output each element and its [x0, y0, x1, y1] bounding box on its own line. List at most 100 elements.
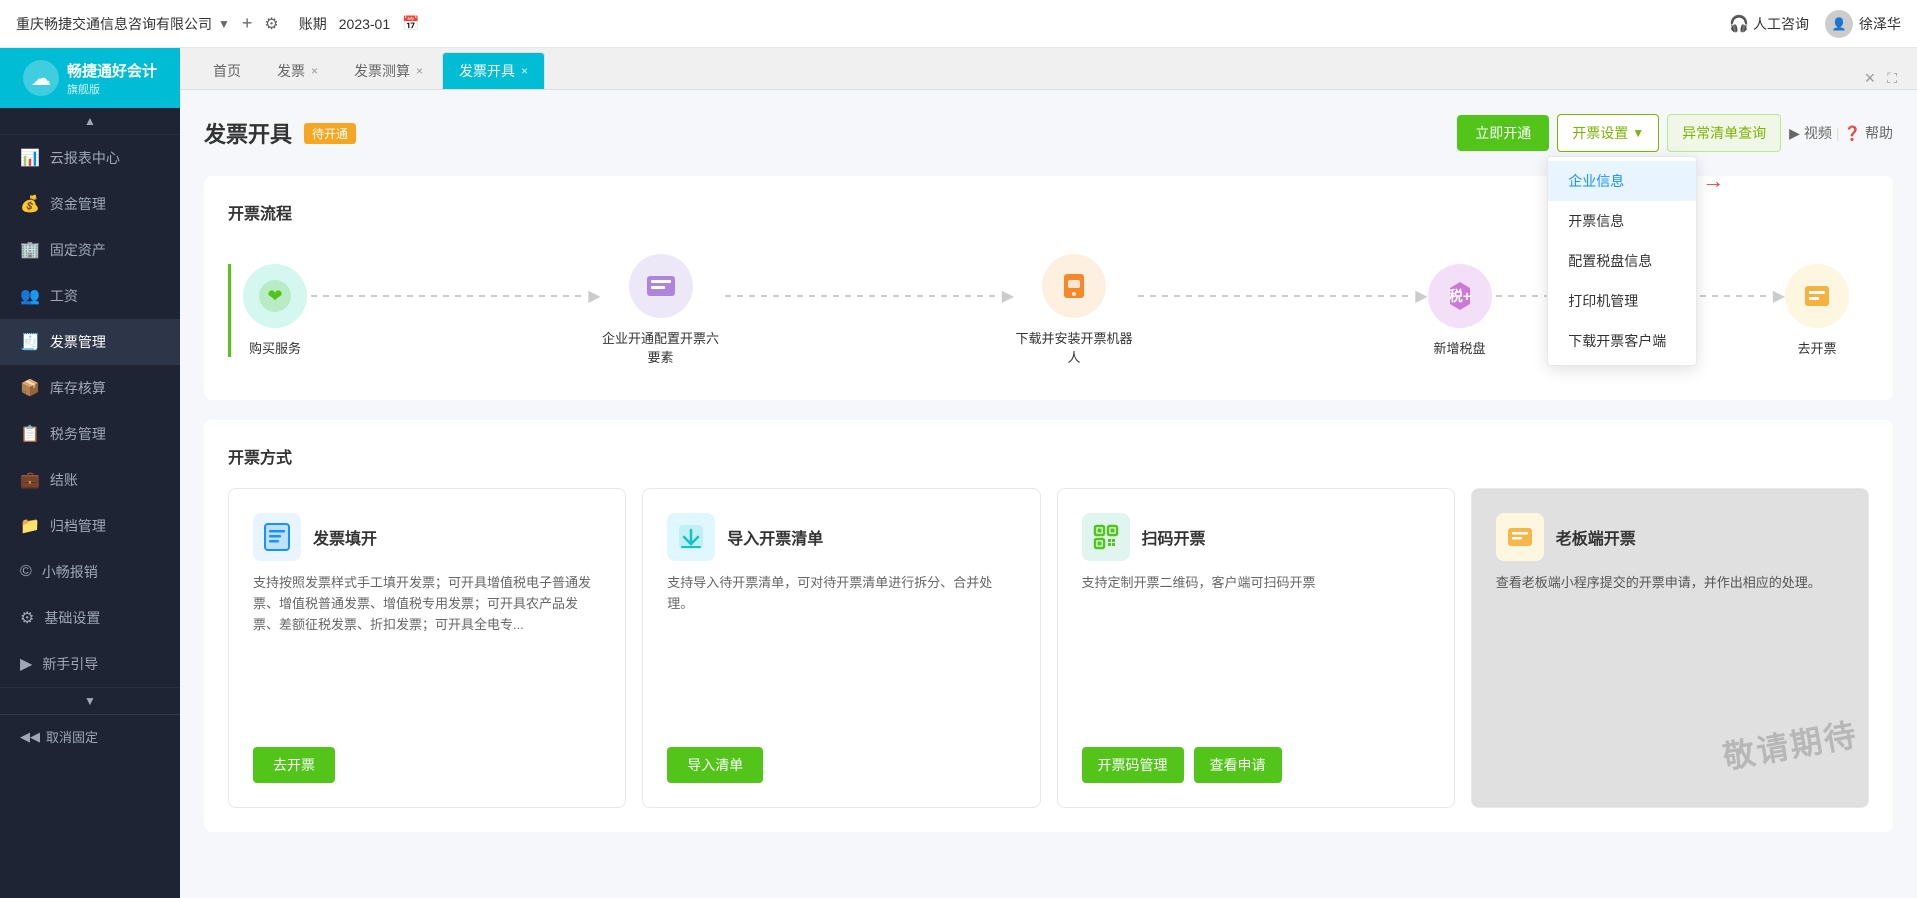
calendar-icon[interactable]: 📅 [402, 15, 419, 32]
svg-text:❤: ❤ [267, 286, 282, 306]
tab-cesuang-close[interactable]: × [416, 64, 423, 78]
activate-button[interactable]: 立即开通 [1457, 115, 1549, 151]
logo-title: 畅捷通好会计 [67, 60, 157, 81]
sidebar-item-guidang[interactable]: 📁 归档管理 [0, 503, 180, 549]
maximize-window-button[interactable]: ⛶ [1883, 70, 1901, 87]
sidebar-logo: ☁ 畅捷通好会计 旗舰版 [0, 48, 180, 108]
method-card-saoma: 扫码开票 支持定制开票二维码，客户端可扫码开票 开票码管理 查看申请 [1057, 488, 1455, 808]
dropdown-icon: ▼ [218, 17, 230, 31]
method-laoban-title: 老板端开票 [1556, 525, 1636, 549]
step3-label: 下载并安装开票机器人 [1014, 328, 1134, 366]
gudingzichan-icon: 🏢 [20, 240, 40, 260]
headset-icon: 🎧 [1729, 14, 1749, 34]
sidebar-item-gudingzichan[interactable]: 🏢 固定资产 [0, 227, 180, 273]
method-saoma-title: 扫码开票 [1142, 525, 1206, 549]
dropdown-item-qiye[interactable]: 企业信息 → [1548, 161, 1696, 201]
avatar: 👤 [1825, 10, 1853, 38]
cancel-icon: ◀◀ [20, 729, 40, 745]
svg-text:税+: 税+ [1448, 288, 1470, 304]
scroll-up-icon[interactable]: ▲ [84, 114, 96, 128]
sidebar-item-shuiwu[interactable]: 📋 税务管理 [0, 411, 180, 457]
close-window-button[interactable]: × [1861, 68, 1880, 89]
method-saoma-desc: 支持定制开票二维码，客户端可扫码开票 [1082, 573, 1430, 735]
step2-label: 企业开通配置开票六要素 [601, 328, 721, 366]
tab-fapiao-close[interactable]: × [311, 64, 318, 78]
flow-arrow-3: ▶ [1415, 286, 1427, 306]
tab-home[interactable]: 首页 [196, 52, 258, 89]
dropdown-item-kaipiao[interactable]: 开票信息 [1548, 201, 1696, 241]
header-actions: 立即开通 开票设置 ▼ 异常清单查询 ▶ 视频 | ❓ 帮助 [1457, 114, 1893, 152]
sidebar-item-yunbao[interactable]: 📊 云报表中心 [0, 135, 180, 181]
topbar-right: 🎧 人工咨询 👤 徐泽华 [1729, 10, 1901, 38]
tab-fapiaokaigu[interactable]: 发票开具 × [442, 52, 545, 89]
method-saoma-button2[interactable]: 查看申请 [1194, 747, 1282, 783]
settings-dropdown-menu: 企业信息 → 开票信息 配置税盘信息 打印机管理 下 [1547, 156, 1697, 366]
company-selector[interactable]: 重庆畅捷交通信息咨询有限公司 ▼ [16, 14, 230, 34]
step1-label: 购买服务 [249, 338, 301, 357]
guidang-icon: 📁 [20, 516, 40, 536]
settings-button[interactable]: 开票设置 ▼ [1557, 114, 1659, 152]
sidebar-item-zijin[interactable]: 💰 资金管理 [0, 181, 180, 227]
xinshouyindao-icon: ▶ [20, 654, 32, 674]
tab-fapiaocesuang[interactable]: 发票测算 × [337, 52, 440, 89]
method-saoma-button1[interactable]: 开票码管理 [1082, 747, 1184, 783]
sidebar-item-xinshouyindao[interactable]: ▶ 新手引导 [0, 641, 180, 687]
sidebar-item-xiaochang[interactable]: © 小畅报销 [0, 549, 180, 595]
dropdown-item-dayin[interactable]: 打印机管理 [1548, 281, 1696, 321]
flow-step-2: 企业开通配置开票六要素 [601, 254, 721, 366]
help-label[interactable]: 帮助 [1865, 123, 1893, 143]
flow-arrow-2: ▶ [1002, 286, 1014, 306]
tab-kaigu-close[interactable]: × [521, 64, 528, 78]
video-help-area: ▶ 视频 | ❓ 帮助 [1789, 123, 1893, 143]
gongzi-icon: 👥 [20, 286, 40, 306]
settings-icon[interactable]: ⚙ [264, 14, 278, 34]
flow-connector-2 [725, 295, 998, 297]
kucun-icon: 📦 [20, 378, 40, 398]
zijin-icon: 💰 [20, 194, 40, 214]
flow-arrow-4: ▶ [1773, 286, 1785, 306]
sidebar-item-jichushezhi[interactable]: ⚙ 基础设置 [0, 595, 180, 641]
sidebar-item-jiezhang[interactable]: 💼 结账 [0, 457, 180, 503]
jichushezhi-icon: ⚙ [20, 608, 34, 628]
content-area: 首页 发票 × 发票测算 × 发票开具 × × ⛶ 发票开具 [180, 48, 1917, 898]
tab-fapiao[interactable]: 发票 × [260, 52, 335, 89]
abnormal-button[interactable]: 异常清单查询 [1667, 114, 1781, 152]
flow-step-3: 下载并安装开票机器人 [1014, 254, 1134, 366]
methods-section: 开票方式 发票填开 支持按照发票样式手工填开发票；可开具增值税电子普通发票、增值… [204, 420, 1893, 832]
method-daoru-title: 导入开票清单 [727, 525, 823, 549]
flow-arrow-1: ▶ [588, 286, 600, 306]
sidebar-item-kucun[interactable]: 📦 库存核算 [0, 365, 180, 411]
status-badge: 待开通 [304, 123, 356, 144]
step4-label: 新增税盘 [1433, 338, 1485, 357]
page-title: 发票开具 [204, 117, 292, 149]
flow-connector-1 [311, 295, 584, 297]
username: 徐泽华 [1859, 14, 1901, 34]
method-card-laoban: 老板端开票 查看老板端小程序提交的开票申请，并作出相应的处理。 敬请期待 [1471, 488, 1869, 808]
video-label[interactable]: 视频 [1804, 123, 1832, 143]
sidebar-item-fapiao[interactable]: 🧾 发票管理 [0, 319, 180, 365]
scroll-down-icon[interactable]: ▼ [84, 694, 96, 708]
flow-connector-3 [1138, 295, 1411, 297]
period-value: 2023-01 [339, 16, 390, 32]
cancel-fixed-button[interactable]: ◀◀ 取消固定 [0, 714, 180, 758]
sidebar-item-gongzi[interactable]: 👥 工资 [0, 273, 180, 319]
method-daoru-button[interactable]: 导入清单 [667, 747, 763, 783]
dropdown-item-peizhi[interactable]: 配置税盘信息 [1548, 241, 1696, 281]
settings-dropdown-icon: ▼ [1632, 126, 1644, 140]
settings-label: 开票设置 [1572, 123, 1628, 143]
shuiwu-icon: 📋 [20, 424, 40, 444]
play-icon: ▶ [1789, 125, 1800, 142]
company-name: 重庆畅捷交通信息咨询有限公司 [16, 14, 212, 34]
consultant-button[interactable]: 🎧 人工咨询 [1729, 14, 1809, 34]
method-tian-button[interactable]: 去开票 [253, 747, 335, 783]
logo-subtitle: 旗舰版 [67, 81, 157, 97]
add-company-icon[interactable]: + [242, 13, 253, 34]
method-tian-desc: 支持按照发票样式手工填开发票；可开具增值税电子普通发票、增值税普通发票、增值税专… [253, 573, 601, 735]
consultant-label: 人工咨询 [1753, 14, 1809, 34]
help-icon: ❓ [1844, 125, 1861, 142]
methods-grid: 发票填开 支持按照发票样式手工填开发票；可开具增值税电子普通发票、增值税普通发票… [228, 488, 1869, 808]
user-info[interactable]: 👤 徐泽华 [1825, 10, 1901, 38]
dropdown-item-xiazai[interactable]: 下载开票客户端 [1548, 321, 1696, 361]
yunbao-icon: 📊 [20, 148, 40, 168]
method-card-tian: 发票填开 支持按照发票样式手工填开发票；可开具增值税电子普通发票、增值税普通发票… [228, 488, 626, 808]
